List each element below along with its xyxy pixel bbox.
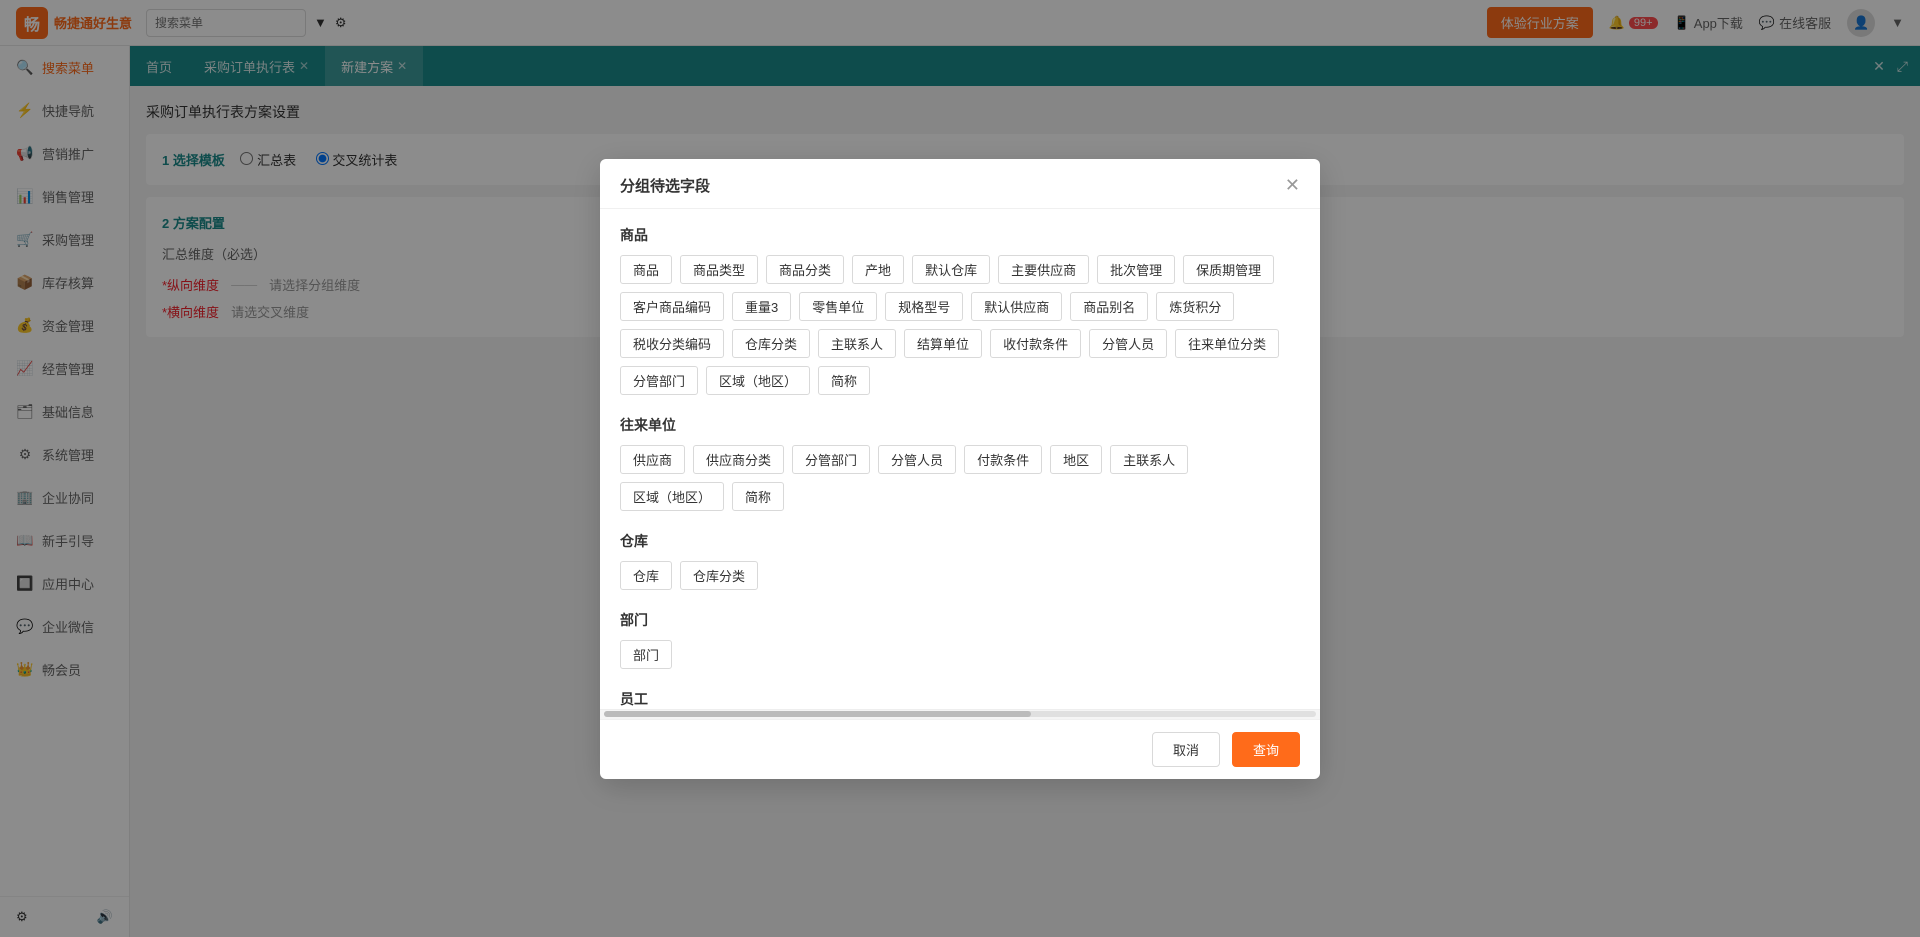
field-tag[interactable]: 规格型号 bbox=[885, 292, 963, 321]
field-tag[interactable]: 主联系人 bbox=[1110, 445, 1188, 474]
field-tag[interactable]: 保质期管理 bbox=[1183, 255, 1274, 284]
field-tag[interactable]: 产地 bbox=[852, 255, 904, 284]
field-tag[interactable]: 默认供应商 bbox=[971, 292, 1062, 321]
field-tags-partner: 供应商供应商分类分管部门分管人员付款条件地区主联系人区域（地区） 简称 bbox=[620, 445, 1300, 511]
field-tag[interactable]: 结算单位 bbox=[904, 329, 982, 358]
cancel-button[interactable]: 取消 bbox=[1152, 732, 1220, 767]
field-tag[interactable]: 仓库 bbox=[620, 561, 672, 590]
field-tag[interactable]: 分管人员 bbox=[1089, 329, 1167, 358]
hscroll-track bbox=[604, 711, 1316, 717]
field-tag[interactable]: 炼货积分 bbox=[1156, 292, 1234, 321]
modal-header: 分组待选字段 ✕ bbox=[600, 159, 1320, 209]
modal-footer: 取消 查询 bbox=[600, 719, 1320, 779]
field-tag[interactable]: 区域（地区） bbox=[620, 482, 724, 511]
field-section-employee: 员工业务员 bbox=[620, 689, 1300, 710]
modal-close-icon[interactable]: ✕ bbox=[1285, 175, 1300, 196]
field-section-partner: 往来单位供应商供应商分类分管部门分管人员付款条件地区主联系人区域（地区） 简称 bbox=[620, 415, 1300, 511]
field-tag[interactable]: 主要供应商 bbox=[998, 255, 1089, 284]
field-section-title-warehouse: 仓库 bbox=[620, 531, 1300, 551]
field-tag[interactable]: 供应商分类 bbox=[693, 445, 784, 474]
field-tag[interactable]: 区域（地区） bbox=[706, 366, 810, 395]
field-tag[interactable]: 分管部门 bbox=[620, 366, 698, 395]
field-tag[interactable]: 付款条件 bbox=[964, 445, 1042, 474]
field-tag[interactable]: 分管人员 bbox=[878, 445, 956, 474]
field-tag[interactable]: 客户商品编码 bbox=[620, 292, 724, 321]
field-section-title-partner: 往来单位 bbox=[620, 415, 1300, 435]
confirm-button[interactable]: 查询 bbox=[1232, 732, 1300, 767]
field-tag[interactable]: 商品类型 bbox=[680, 255, 758, 284]
field-tags-product: 商品商品类型商品分类产地默认仓库主要供应商批次管理保质期管理客户商品编码重量3 零… bbox=[620, 255, 1300, 395]
field-tag[interactable]: 批次管理 bbox=[1097, 255, 1175, 284]
field-tag[interactable]: 简称 bbox=[732, 482, 784, 511]
field-tag[interactable]: 主联系人 bbox=[818, 329, 896, 358]
field-section-title-department: 部门 bbox=[620, 610, 1300, 630]
field-section-product: 商品商品商品类型商品分类产地默认仓库主要供应商批次管理保质期管理客户商品编码重量… bbox=[620, 225, 1300, 395]
field-tag[interactable]: 部门 bbox=[620, 640, 672, 669]
field-tags-department: 部门 bbox=[620, 640, 1300, 669]
modal-horizontal-scrollbar[interactable] bbox=[600, 709, 1320, 718]
field-tag[interactable]: 商品别名 bbox=[1070, 292, 1148, 321]
field-section-warehouse: 仓库仓库仓库分类 bbox=[620, 531, 1300, 590]
field-section-title-employee: 员工 bbox=[620, 689, 1300, 709]
field-tag[interactable]: 零售单位 bbox=[799, 292, 877, 321]
field-tag[interactable]: 重量3 bbox=[732, 292, 791, 321]
field-tag[interactable]: 分管部门 bbox=[792, 445, 870, 474]
field-tag[interactable]: 简称 bbox=[818, 366, 870, 395]
field-tag[interactable]: 默认仓库 bbox=[912, 255, 990, 284]
modal-body[interactable]: 商品商品商品类型商品分类产地默认仓库主要供应商批次管理保质期管理客户商品编码重量… bbox=[600, 209, 1320, 710]
field-tag[interactable]: 商品 bbox=[620, 255, 672, 284]
field-tag[interactable]: 税收分类编码 bbox=[620, 329, 724, 358]
modal-title: 分组待选字段 bbox=[620, 175, 710, 196]
hscroll-thumb[interactable] bbox=[604, 711, 1031, 717]
field-tag[interactable]: 商品分类 bbox=[766, 255, 844, 284]
field-section-department: 部门部门 bbox=[620, 610, 1300, 669]
field-tag[interactable]: 仓库分类 bbox=[680, 561, 758, 590]
field-section-title-product: 商品 bbox=[620, 225, 1300, 245]
field-tags-warehouse: 仓库仓库分类 bbox=[620, 561, 1300, 590]
field-tag[interactable]: 仓库分类 bbox=[732, 329, 810, 358]
modal-overlay: 分组待选字段 ✕ 商品商品商品类型商品分类产地默认仓库主要供应商批次管理保质期管… bbox=[0, 0, 1920, 937]
field-tag[interactable]: 地区 bbox=[1050, 445, 1102, 474]
field-tag[interactable]: 收付款条件 bbox=[990, 329, 1081, 358]
field-tag[interactable]: 往来单位分类 bbox=[1175, 329, 1279, 358]
field-tag[interactable]: 供应商 bbox=[620, 445, 685, 474]
field-selection-modal: 分组待选字段 ✕ 商品商品商品类型商品分类产地默认仓库主要供应商批次管理保质期管… bbox=[600, 159, 1320, 779]
